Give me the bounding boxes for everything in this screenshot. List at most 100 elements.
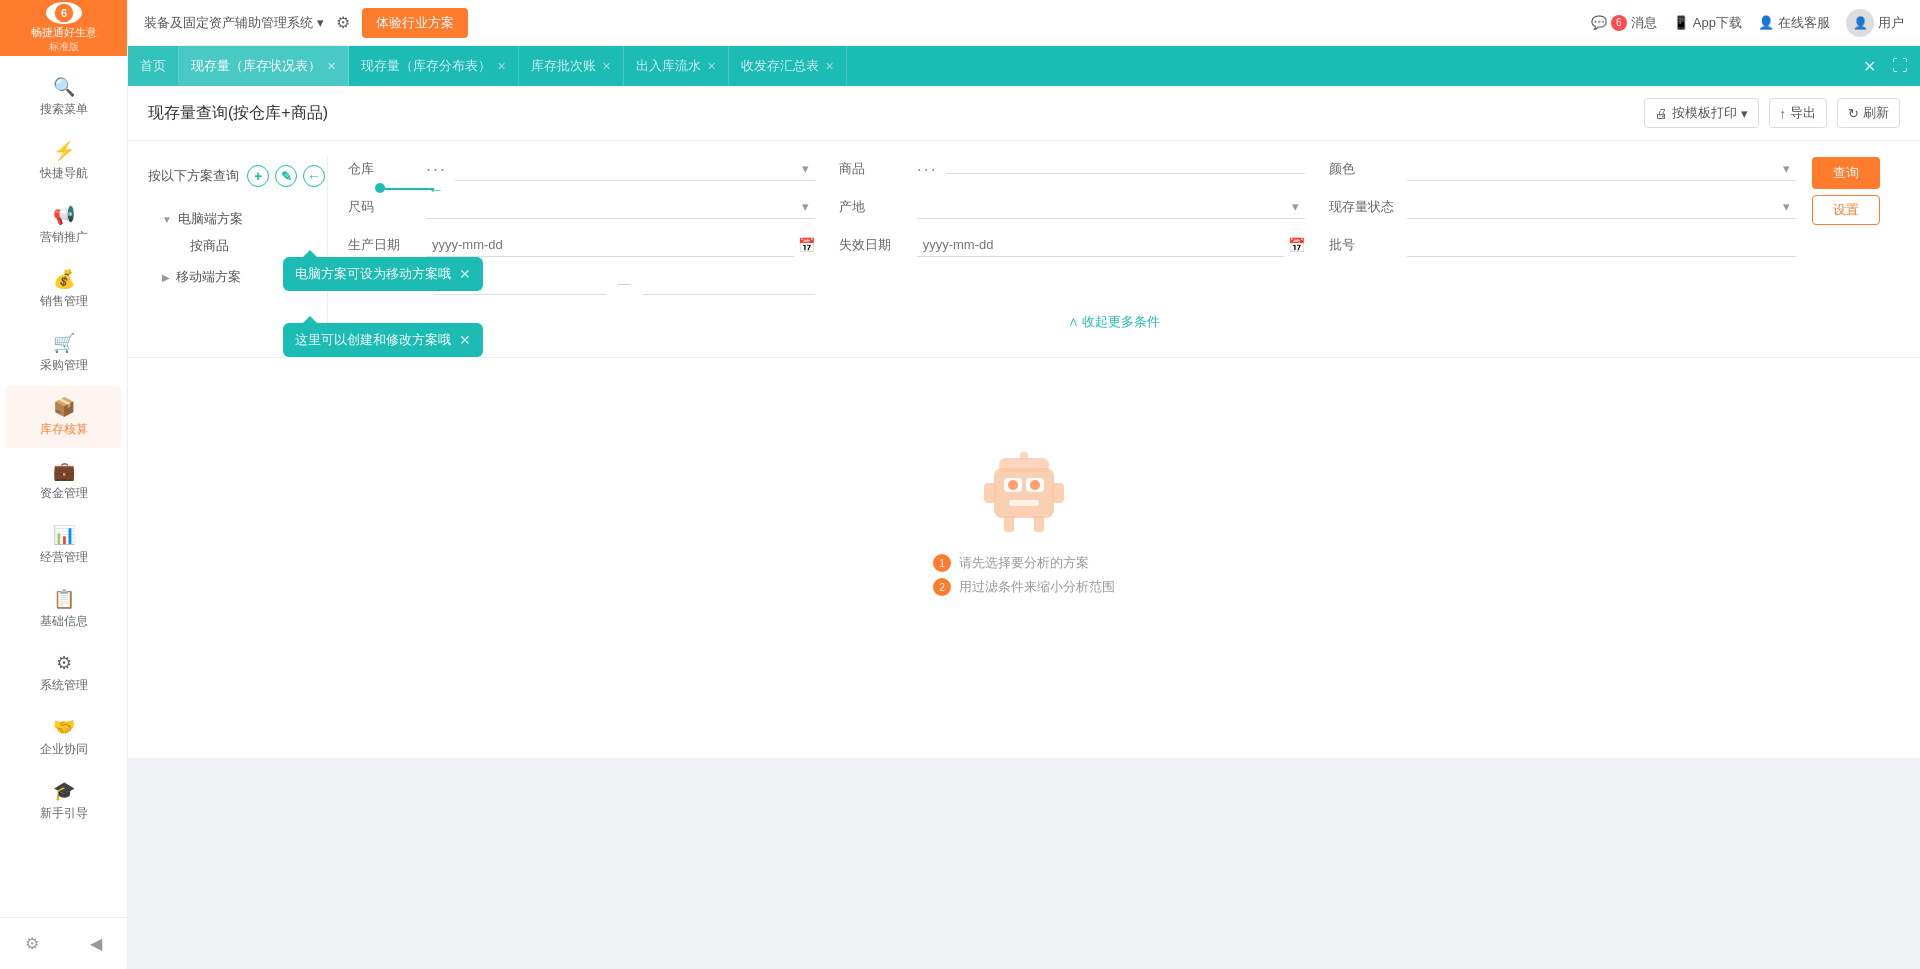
- gear-icon: ⚙: [56, 652, 72, 674]
- page-actions: 🖨 按模板打印 ▾ ↑ 导出 ↻ 刷新: [1644, 98, 1901, 128]
- color-select[interactable]: ▾: [1407, 157, 1796, 181]
- warehouse-select[interactable]: ▾: [455, 157, 815, 181]
- tab-inventory-status[interactable]: 现存量（库存状况表） ✕: [179, 46, 349, 86]
- expiry-date-start-input[interactable]: [917, 233, 1285, 257]
- tab-collect-summary[interactable]: 收发存汇总表 ✕: [729, 46, 847, 86]
- sidebar-item-basic-info[interactable]: 📋 基础信息: [6, 578, 121, 640]
- desktop-scheme-item[interactable]: ▼ 电脑端方案: [148, 205, 327, 233]
- stock-main-to-input[interactable]: [643, 271, 815, 295]
- color-label: 颜色: [1329, 160, 1399, 178]
- scheme-tip-close-btn[interactable]: ✕: [459, 266, 471, 282]
- app-download-btn[interactable]: 📱 App下载: [1673, 14, 1742, 32]
- collapse-filter-btn[interactable]: ∧ 收起更多条件: [348, 303, 1880, 341]
- size-select[interactable]: ▾: [426, 195, 815, 219]
- filter-row-3: 生产日期 📅 失效日期 �: [348, 233, 1796, 257]
- filter-fields: 仓库 ··· ▾ 商品 ···: [348, 157, 1796, 303]
- sidebar: 6 畅捷通好生意 标准版 🔍 搜索菜单 ⚡ 快捷导航 📢 营销推广 💰 销售管理…: [0, 0, 128, 969]
- sidebar-item-guide[interactable]: 🎓 新手引导: [6, 770, 121, 832]
- export-btn[interactable]: ↑ 导出: [1769, 98, 1828, 128]
- tab-close-inventory-flow[interactable]: ✕: [707, 60, 716, 73]
- edit-tip-close-btn[interactable]: ✕: [459, 332, 471, 348]
- export-label: 导出: [1790, 104, 1816, 122]
- tab-home[interactable]: 首页: [128, 46, 179, 86]
- back-scheme-btn[interactable]: ←: [303, 165, 325, 187]
- svg-text:6: 6: [60, 7, 66, 19]
- sidebar-item-marketing[interactable]: 📢 营销推广: [6, 194, 121, 256]
- sidebar-item-label: 销售管理: [40, 293, 88, 310]
- tab-close-all-btn[interactable]: ✕: [1859, 53, 1880, 80]
- edit-scheme-btn[interactable]: ✎: [275, 165, 297, 187]
- product-select[interactable]: [946, 165, 1306, 174]
- filter-title: 按以下方案查询: [148, 167, 239, 185]
- empty-illustration: [974, 438, 1074, 538]
- collapse-sidebar-btn[interactable]: ◀: [82, 930, 110, 957]
- sidebar-item-operations[interactable]: 📊 经营管理: [6, 514, 121, 576]
- refresh-label: 刷新: [1863, 104, 1889, 122]
- lightning-icon: ⚡: [53, 140, 75, 162]
- calendar-icon[interactable]: 📅: [798, 237, 815, 253]
- filter-color-field: 颜色 ▾: [1329, 157, 1796, 181]
- user-avatar-btn[interactable]: 👤 用户: [1846, 9, 1904, 37]
- tree-expand-arrow: ▶: [162, 272, 170, 283]
- origin-label: 产地: [839, 198, 909, 216]
- product-dots-icon: ···: [917, 159, 938, 180]
- message-btn[interactable]: 💬 6 消息: [1591, 14, 1657, 32]
- settings-gear-btn[interactable]: ⚙: [336, 13, 350, 32]
- sidebar-item-search[interactable]: 🔍 搜索菜单: [6, 66, 121, 128]
- online-service-btn[interactable]: 👤 在线客服: [1758, 14, 1830, 32]
- message-badge: 6: [1611, 15, 1627, 31]
- stock-status-select[interactable]: ▾: [1407, 195, 1796, 219]
- tab-close-inventory-batch[interactable]: ✕: [602, 60, 611, 73]
- connector-line: [384, 188, 434, 190]
- sidebar-item-enterprise[interactable]: 🤝 企业协同: [6, 706, 121, 768]
- tab-close-collect-summary[interactable]: ✕: [825, 60, 834, 73]
- sidebar-item-inventory[interactable]: 📦 库存核算: [6, 386, 121, 448]
- system-name-selector[interactable]: 装备及固定资产辅助管理系统 ▾: [144, 14, 324, 32]
- tab-close-inventory-dist[interactable]: ✕: [497, 60, 506, 73]
- sidebar-item-sales[interactable]: 💰 销售管理: [6, 258, 121, 320]
- header-right: 💬 6 消息 📱 App下载 👤 在线客服 👤 用户: [1591, 9, 1904, 37]
- tab-fullscreen-btn[interactable]: ⛶: [1888, 53, 1912, 79]
- cart-icon: 🛒: [53, 332, 75, 354]
- origin-dropdown-icon: ▾: [1292, 199, 1299, 214]
- edit-tip-popover: 这里可以创建和修改方案哦 ✕: [283, 323, 483, 357]
- batch-input[interactable]: [1407, 233, 1796, 257]
- user-label: 用户: [1878, 14, 1904, 32]
- tab-inventory-batch[interactable]: 库存批次账 ✕: [519, 46, 624, 86]
- tab-inventory-flow-label: 出入库流水: [636, 57, 701, 75]
- app-name: 畅捷通好生意: [31, 26, 97, 39]
- tab-bar: 首页 现存量（库存状况表） ✕ 现存量（库存分布表） ✕ 库存批次账 ✕ 出入库…: [128, 46, 1920, 86]
- sidebar-item-label: 库存核算: [40, 421, 88, 438]
- refresh-btn[interactable]: ↻ 刷新: [1837, 98, 1900, 128]
- megaphone-icon: 📢: [53, 204, 75, 226]
- search-btn[interactable]: 查询: [1812, 157, 1880, 189]
- refresh-icon: ↻: [1848, 106, 1859, 121]
- reset-btn[interactable]: 设置: [1812, 195, 1880, 225]
- tab-inventory-dist[interactable]: 现存量（库存分布表） ✕: [349, 46, 519, 86]
- header-left: 装备及固定资产辅助管理系统 ▾ ⚙ 体验行业方案: [144, 8, 468, 38]
- dropdown-arrow-icon: ▾: [317, 15, 324, 30]
- tab-inventory-flow[interactable]: 出入库流水 ✕: [624, 46, 729, 86]
- edit-tip-text: 这里可以创建和修改方案哦: [295, 331, 451, 349]
- avatar-placeholder: 👤: [1853, 16, 1868, 30]
- sidebar-item-purchase[interactable]: 🛒 采购管理: [6, 322, 121, 384]
- filter-size-field: 尺码 ▾: [348, 195, 815, 219]
- print-icon: 🖨: [1655, 106, 1668, 121]
- sub-item-label: 按商品: [190, 237, 229, 255]
- tab-close-inventory-status[interactable]: ✕: [327, 60, 336, 73]
- svg-rect-2: [994, 468, 1054, 518]
- sidebar-item-system[interactable]: ⚙ 系统管理: [6, 642, 121, 704]
- settings-bottom-btn[interactable]: ⚙: [17, 930, 47, 957]
- app-logo: 6 畅捷通好生意 标准版: [0, 0, 127, 56]
- produce-date-start-input[interactable]: [426, 233, 794, 257]
- mobile-icon: 📱: [1673, 15, 1689, 30]
- template-print-btn[interactable]: 🖨 按模板打印 ▾: [1644, 98, 1759, 128]
- industry-solution-btn[interactable]: 体验行业方案: [362, 8, 468, 38]
- app-badge: 标准版: [49, 40, 79, 54]
- sidebar-item-finance[interactable]: 💼 资金管理: [6, 450, 121, 512]
- sidebar-item-label: 企业协同: [40, 741, 88, 758]
- origin-select[interactable]: ▾: [917, 195, 1306, 219]
- sidebar-item-quick-nav[interactable]: ⚡ 快捷导航: [6, 130, 121, 192]
- add-scheme-btn[interactable]: +: [247, 165, 269, 187]
- expiry-calendar-icon[interactable]: 📅: [1288, 237, 1305, 253]
